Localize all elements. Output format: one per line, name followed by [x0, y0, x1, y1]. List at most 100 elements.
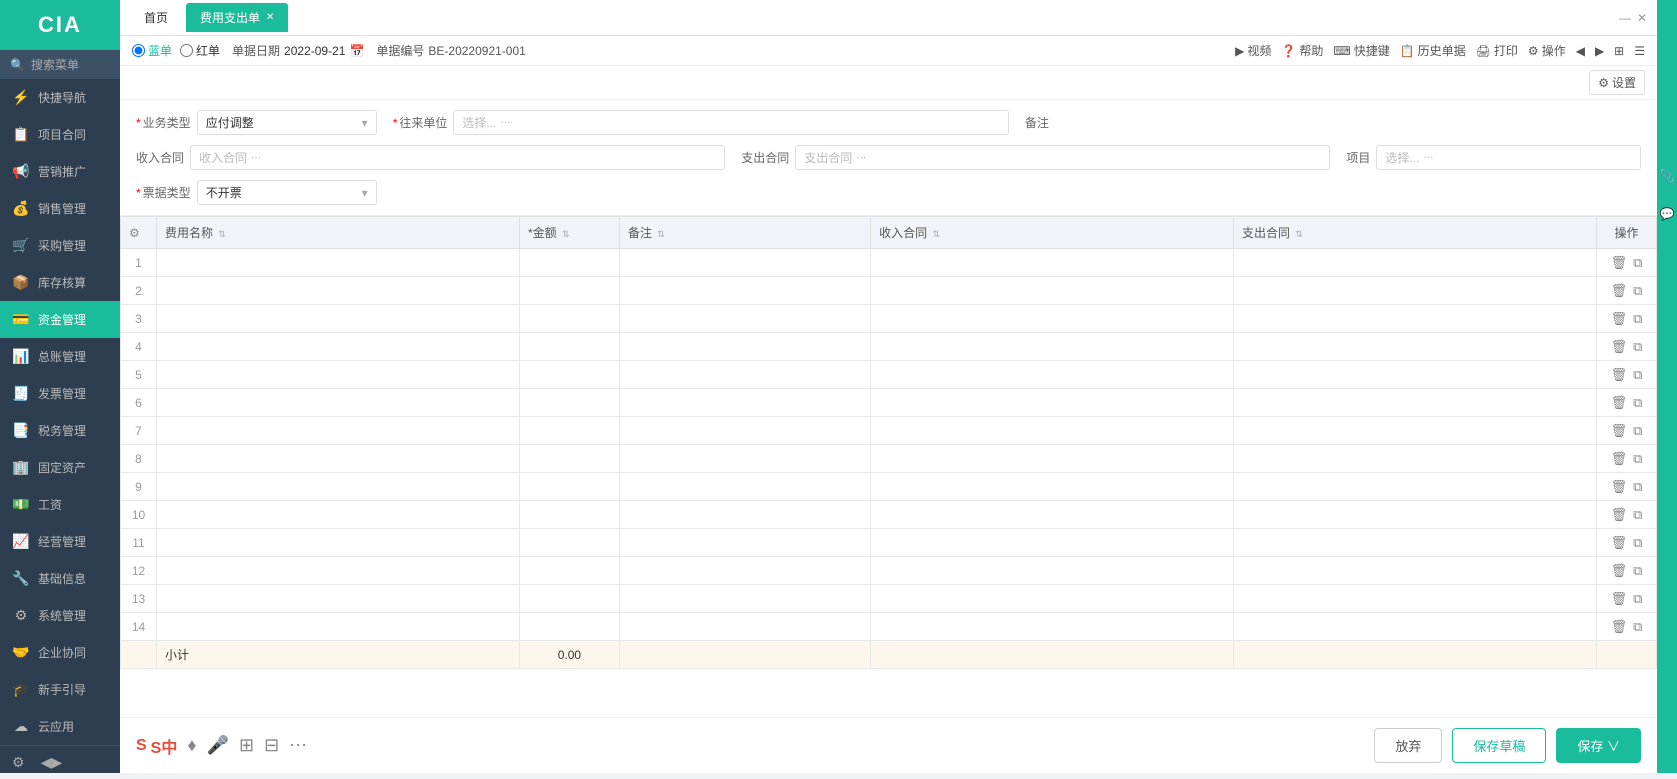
delete-icon[interactable]: 🗑 — [1611, 255, 1628, 271]
cell-expense-name[interactable] — [157, 613, 520, 641]
sidebar-item-xiaoshou[interactable]: 💰销售管理 — [0, 190, 120, 227]
minus-icon[interactable]: ⊟ — [264, 735, 279, 756]
sidebar-item-kucun[interactable]: 📦库存核算 — [0, 264, 120, 301]
prev-btn[interactable]: ◀ — [1576, 44, 1585, 58]
cell-remark[interactable] — [619, 585, 870, 613]
save-draft-button[interactable]: 保存草稿 — [1452, 728, 1546, 763]
sidebar-search[interactable]: 🔍 搜索菜单 — [0, 50, 120, 79]
cell-amount[interactable] — [519, 277, 619, 305]
cell-income-contract[interactable] — [871, 333, 1234, 361]
cell-amount[interactable] — [519, 249, 619, 277]
th-amount[interactable]: *金额 ⇅ — [519, 217, 619, 249]
project-input[interactable]: 选择... ··· — [1376, 145, 1641, 170]
cell-amount[interactable] — [519, 557, 619, 585]
cell-income-contract[interactable] — [871, 585, 1234, 613]
income-contract-input[interactable]: 收入合同 ··· — [190, 145, 725, 170]
cell-income-contract[interactable] — [871, 389, 1234, 417]
cell-amount[interactable] — [519, 417, 619, 445]
cell-amount[interactable] — [519, 501, 619, 529]
sidebar-item-shuiwu[interactable]: 📑税务管理 — [0, 412, 120, 449]
cell-remark[interactable] — [619, 361, 870, 389]
cell-remark[interactable] — [619, 333, 870, 361]
cell-amount[interactable] — [519, 333, 619, 361]
delete-icon[interactable]: 🗑 — [1611, 451, 1628, 467]
cell-amount[interactable] — [519, 529, 619, 557]
delete-icon[interactable]: 🗑 — [1611, 423, 1628, 439]
copy-icon[interactable]: ⧉ — [1633, 423, 1642, 439]
cell-expense-contract[interactable] — [1234, 501, 1597, 529]
sidebar-item-xitong[interactable]: ⚙系统管理 — [0, 597, 120, 634]
delete-icon[interactable]: 🗑 — [1611, 507, 1628, 523]
cell-amount[interactable] — [519, 361, 619, 389]
cell-expense-name[interactable] — [157, 277, 520, 305]
dots-icon[interactable]: ⋯ — [289, 735, 307, 756]
cell-remark[interactable] — [619, 445, 870, 473]
copy-icon[interactable]: ⧉ — [1633, 563, 1642, 579]
cell-amount[interactable] — [519, 445, 619, 473]
cell-remark[interactable] — [619, 473, 870, 501]
cell-remark[interactable] — [619, 389, 870, 417]
copy-icon[interactable]: ⧉ — [1633, 311, 1642, 327]
cell-expense-contract[interactable] — [1234, 445, 1597, 473]
th-remark[interactable]: 备注 ⇅ — [619, 217, 870, 249]
sidebar-item-jichu[interactable]: 🔧基础信息 — [0, 560, 120, 597]
delete-icon[interactable]: 🗑 — [1611, 339, 1628, 355]
cell-expense-name[interactable] — [157, 389, 520, 417]
cell-expense-contract[interactable] — [1234, 529, 1597, 557]
cell-amount[interactable] — [519, 613, 619, 641]
cell-expense-contract[interactable] — [1234, 305, 1597, 333]
cell-expense-name[interactable] — [157, 501, 520, 529]
sidebar-item-zijin[interactable]: 💳资金管理 — [0, 301, 120, 338]
mic-icon[interactable]: 🎤 — [207, 735, 229, 756]
cell-amount[interactable] — [519, 389, 619, 417]
cell-amount[interactable] — [519, 585, 619, 613]
sidebar-item-xiangmu[interactable]: 📋项目合同 — [0, 116, 120, 153]
delete-icon[interactable]: 🗑 — [1611, 619, 1628, 635]
expense-contract-input[interactable]: 支出合同 ··· — [795, 145, 1330, 170]
next-btn[interactable]: ▶ — [1595, 44, 1604, 58]
copy-icon[interactable]: ⧉ — [1633, 451, 1642, 467]
sidebar-item-fapiao[interactable]: 🧾发票管理 — [0, 375, 120, 412]
th-expense-name[interactable]: 费用名称 ⇅ — [157, 217, 520, 249]
shortcut-btn[interactable]: ⌨ 快捷键 — [1333, 42, 1389, 59]
tab-close-icon[interactable]: ✕ — [266, 12, 274, 23]
calendar-icon[interactable]: 📅 — [349, 44, 364, 58]
business-type-select[interactable]: 应付调整 ▾ — [197, 110, 377, 135]
cell-remark[interactable] — [619, 501, 870, 529]
cell-income-contract[interactable] — [871, 249, 1234, 277]
cell-expense-name[interactable] — [157, 445, 520, 473]
cell-expense-name[interactable] — [157, 529, 520, 557]
sidebar-item-kuaijie[interactable]: ⚡快捷导航 — [0, 79, 120, 116]
sidebar-item-qiye[interactable]: 🤝企业协同 — [0, 634, 120, 671]
cell-income-contract[interactable] — [871, 501, 1234, 529]
cell-income-contract[interactable] — [871, 445, 1234, 473]
grid-view-btn[interactable]: ⊞ — [1614, 44, 1624, 58]
cell-expense-name[interactable] — [157, 557, 520, 585]
grid-icon[interactable]: ⊞ — [239, 735, 254, 756]
window-minimize-icon[interactable]: — — [1619, 11, 1631, 25]
cell-expense-name[interactable] — [157, 333, 520, 361]
sidebar-item-caigou[interactable]: 🛒采购管理 — [0, 227, 120, 264]
cell-expense-contract[interactable] — [1234, 473, 1597, 501]
cell-income-contract[interactable] — [871, 473, 1234, 501]
cell-expense-contract[interactable] — [1234, 557, 1597, 585]
invoice-type-select[interactable]: 不开票 ▾ — [197, 180, 377, 205]
radio-blue[interactable]: 蓝单 — [132, 42, 172, 59]
cell-expense-contract[interactable] — [1234, 333, 1597, 361]
save-button[interactable]: 保存 ∨ — [1556, 728, 1641, 763]
sidebar-item-yingxiao[interactable]: 📢营销推广 — [0, 153, 120, 190]
copy-icon[interactable]: ⧉ — [1633, 255, 1642, 271]
copy-icon[interactable]: ⧉ — [1633, 619, 1642, 635]
copy-icon[interactable]: ⧉ — [1633, 395, 1642, 411]
cell-expense-contract[interactable] — [1234, 249, 1597, 277]
cell-expense-name[interactable] — [157, 249, 520, 277]
delete-icon[interactable]: 🗑 — [1611, 367, 1628, 383]
cell-expense-contract[interactable] — [1234, 361, 1597, 389]
cell-income-contract[interactable] — [871, 417, 1234, 445]
cell-expense-name[interactable] — [157, 473, 520, 501]
radio-red[interactable]: 红单 — [180, 42, 220, 59]
discard-button[interactable]: 放弃 — [1374, 728, 1442, 763]
sidebar-item-zhangzhang[interactable]: 📊总账管理 — [0, 338, 120, 375]
cell-remark[interactable] — [619, 277, 870, 305]
copy-icon[interactable]: ⧉ — [1633, 591, 1642, 607]
